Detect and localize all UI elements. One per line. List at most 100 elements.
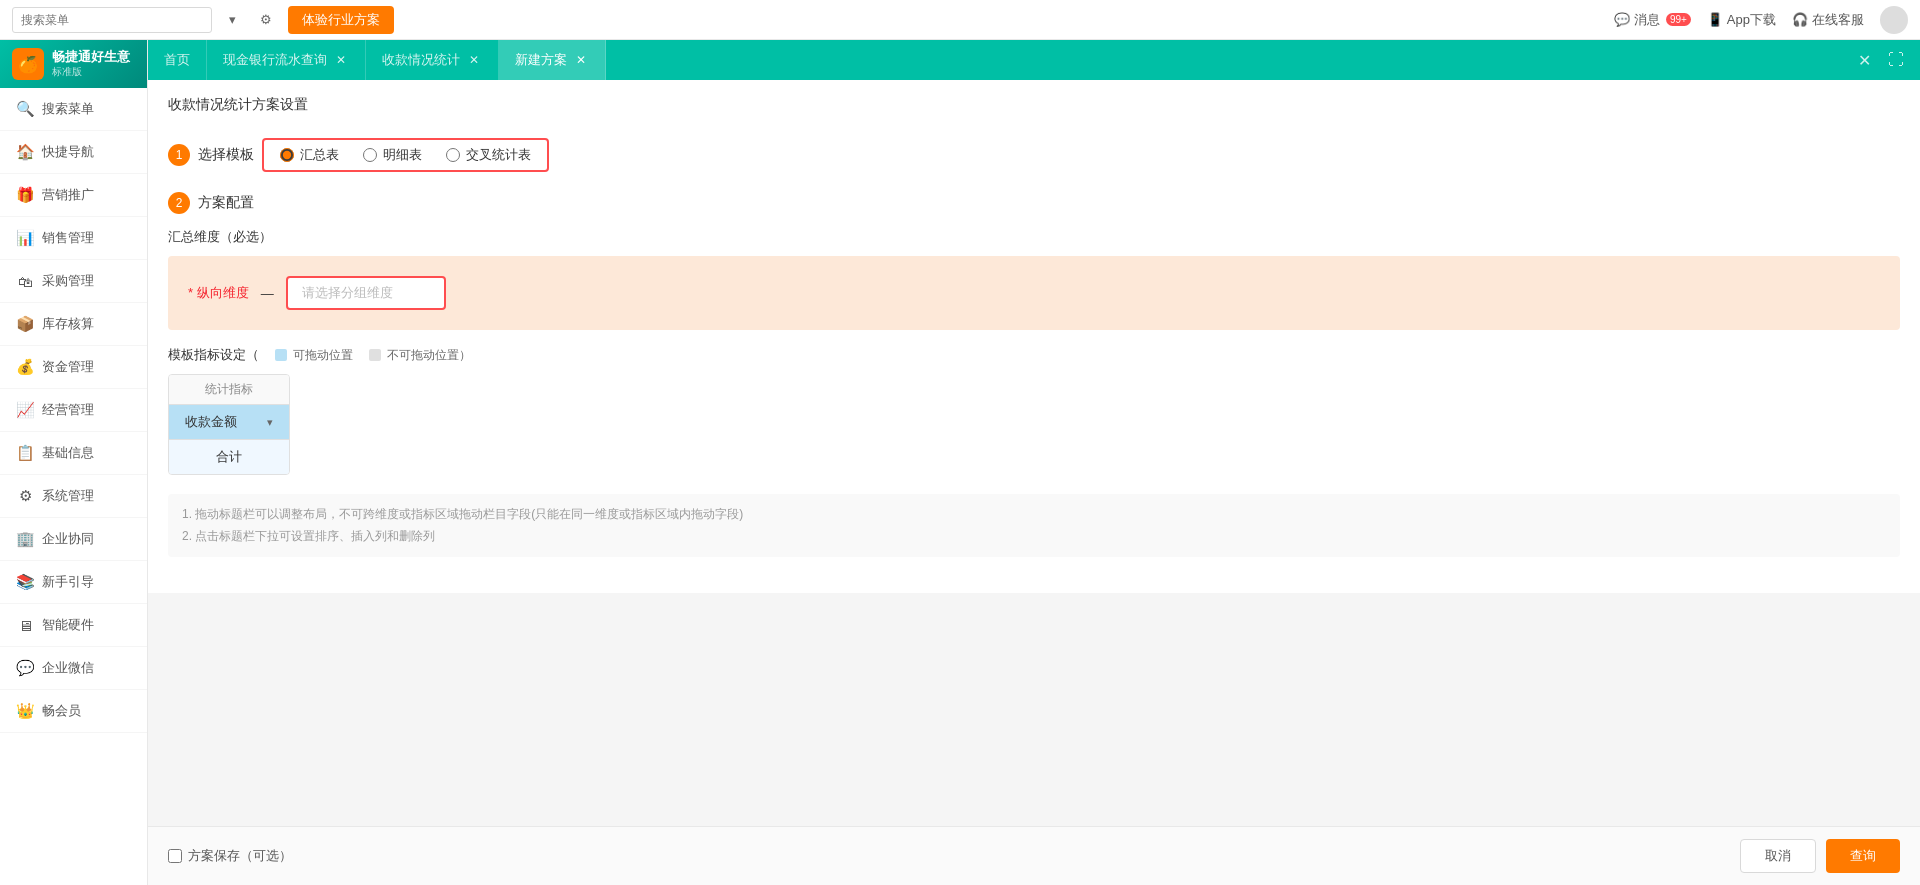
tab-close-all-icon[interactable]: ✕ — [1852, 48, 1876, 72]
trending-icon: 📈 — [16, 401, 34, 419]
dimension-row: * 纵向维度 — 请选择分组维度 — [188, 276, 1880, 310]
save-checkbox[interactable] — [168, 849, 182, 863]
sidebar-item-member[interactable]: 👑 畅会员 — [0, 690, 147, 733]
sidebar-item-finance[interactable]: 💰 资金管理 — [0, 346, 147, 389]
metrics-table-header: 统计指标 — [169, 375, 289, 405]
page-title: 收款情况统计方案设置 — [168, 96, 1900, 122]
sidebar-item-enterprise-coop[interactable]: 🏢 企业协同 — [0, 518, 147, 561]
tip2: 2. 点击标题栏下拉可设置排序、插入列和删除列 — [182, 526, 1886, 548]
template-option-cross[interactable]: 交叉统计表 — [446, 146, 531, 164]
logo-text: 畅捷通好生意 标准版 — [52, 49, 130, 79]
dimension-area: * 纵向维度 — 请选择分组维度 — [168, 256, 1900, 330]
tab-new-plan[interactable]: 新建方案 ✕ — [499, 40, 606, 80]
template-option-summary[interactable]: 汇总表 — [280, 146, 339, 164]
template-option-detail[interactable]: 明细表 — [363, 146, 422, 164]
service-item[interactable]: 🎧 在线客服 — [1792, 11, 1864, 29]
arrow-icon: — — [261, 286, 274, 301]
tab-bar-actions: ✕ ⛶ — [1840, 48, 1920, 72]
sidebar-item-operation[interactable]: 📈 经营管理 — [0, 389, 147, 432]
header-right: 💬 消息 99+ 📱 App下载 🎧 在线客服 — [1614, 6, 1908, 34]
sidebar-item-beginner[interactable]: 📚 新手引导 — [0, 561, 147, 604]
tab-cashflow-close[interactable]: ✕ — [333, 52, 349, 68]
hint-draggable: 可拖动位置 — [275, 347, 353, 364]
dimension-select[interactable]: 请选择分组维度 — [286, 276, 446, 310]
page-content: 收款情况统计方案设置 1 选择模板 汇总表 — [148, 80, 1920, 826]
sidebar-item-basic-info[interactable]: 📋 基础信息 — [0, 432, 147, 475]
message-badge: 99+ — [1666, 13, 1691, 26]
tip1: 1. 拖动标题栏可以调整布局，不可跨维度或指标区域拖动栏目字段(只能在同一维度或… — [182, 504, 1886, 526]
sidebar-item-label: 营销推广 — [42, 186, 94, 204]
sidebar-item-inventory[interactable]: 📦 库存核算 — [0, 303, 147, 346]
metrics-section: 模板指标设定（ 可拖动位置 不可拖动位置） — [168, 346, 1900, 478]
crown-icon: 👑 — [16, 702, 34, 720]
chart-icon: 📊 — [16, 229, 34, 247]
clipboard-icon: 📋 — [16, 444, 34, 462]
sidebar-item-quick-nav[interactable]: 🏠 快捷导航 — [0, 131, 147, 174]
radio-summary[interactable] — [280, 148, 294, 162]
download-icon: 📱 — [1707, 12, 1723, 27]
step1-label: 选择模板 — [198, 146, 254, 164]
tab-home[interactable]: 首页 — [148, 40, 207, 80]
sidebar-item-label: 新手引导 — [42, 573, 94, 591]
logo-title: 畅捷通好生意 — [52, 49, 130, 65]
logo-sub: 标准版 — [52, 65, 130, 79]
sidebar-item-smart-hw[interactable]: 🖥 智能硬件 — [0, 604, 147, 647]
sidebar-item-system[interactable]: ⚙ 系统管理 — [0, 475, 147, 518]
dimension-subtitle: 汇总维度（必选） — [168, 228, 1900, 246]
metrics-hint-label: 模板指标设定（ — [168, 346, 259, 364]
hint-draggable-label: 可拖动位置 — [293, 347, 353, 364]
metrics-cell-amount[interactable]: 收款金额 ▾ — [169, 405, 289, 440]
radio-detail[interactable] — [363, 148, 377, 162]
metrics-cell-total: 合计 — [169, 440, 289, 474]
tab-home-label: 首页 — [164, 51, 190, 69]
dropdown-icon[interactable]: ▾ — [220, 8, 244, 32]
download-item[interactable]: 📱 App下载 — [1707, 11, 1776, 29]
template-options: 汇总表 明细表 交叉统计表 — [262, 138, 549, 172]
cancel-button[interactable]: 取消 — [1740, 839, 1816, 873]
sidebar-item-label: 智能硬件 — [42, 616, 94, 634]
step1-section: 1 选择模板 汇总表 明细表 — [168, 138, 1900, 172]
tab-cashflow[interactable]: 现金银行流水查询 ✕ — [207, 40, 366, 80]
metrics-table: 统计指标 收款金额 ▾ 合计 — [168, 374, 290, 475]
search-input[interactable] — [12, 7, 212, 33]
sidebar-item-purchase[interactable]: 🛍 采购管理 — [0, 260, 147, 303]
metrics-cell-label: 收款金额 — [185, 413, 237, 431]
sidebar-item-label: 畅会员 — [42, 702, 81, 720]
money-icon: 💰 — [16, 358, 34, 376]
tab-new-plan-close[interactable]: ✕ — [573, 52, 589, 68]
step1-header: 1 选择模板 汇总表 明细表 — [168, 138, 1900, 172]
settings-icon[interactable]: ⚙ — [252, 6, 280, 34]
hint-not-draggable: 不可拖动位置） — [369, 347, 471, 364]
tab-bar: 首页 现金银行流水查询 ✕ 收款情况统计 ✕ 新建方案 ✕ ✕ ⛶ — [148, 40, 1920, 80]
trial-button[interactable]: 体验行业方案 — [288, 6, 394, 34]
message-icon: 💬 — [1614, 12, 1630, 27]
sidebar-item-search[interactable]: 🔍 搜索菜单 — [0, 88, 147, 131]
sidebar-item-label: 采购管理 — [42, 272, 94, 290]
tab-expand-icon[interactable]: ⛶ — [1884, 48, 1908, 72]
radio-cross[interactable] — [446, 148, 460, 162]
save-label: 方案保存（可选） — [188, 847, 292, 865]
query-button[interactable]: 查询 — [1826, 839, 1900, 873]
tab-collection-close[interactable]: ✕ — [466, 52, 482, 68]
message-label: 消息 — [1634, 11, 1660, 29]
cell-dropdown-icon[interactable]: ▾ — [267, 416, 273, 429]
tips-section: 1. 拖动标题栏可以调整布局，不可跨维度或指标区域拖动栏目字段(只能在同一维度或… — [168, 494, 1900, 557]
message-item[interactable]: 💬 消息 99+ — [1614, 11, 1691, 29]
page-footer: 方案保存（可选） 取消 查询 — [148, 826, 1920, 885]
metrics-hint-row: 模板指标设定（ 可拖动位置 不可拖动位置） — [168, 346, 1900, 364]
sidebar-item-marketing[interactable]: 🎁 营销推广 — [0, 174, 147, 217]
monitor-icon: 🖥 — [16, 616, 34, 634]
gift-icon: 🎁 — [16, 186, 34, 204]
user-avatar[interactable] — [1880, 6, 1908, 34]
box-icon: 📦 — [16, 315, 34, 333]
tab-collection[interactable]: 收款情况统计 ✕ — [366, 40, 499, 80]
sidebar-item-wechat[interactable]: 💬 企业微信 — [0, 647, 147, 690]
chat-icon: 💬 — [16, 659, 34, 677]
content-area: 首页 现金银行流水查询 ✕ 收款情况统计 ✕ 新建方案 ✕ ✕ ⛶ — [148, 40, 1920, 885]
not-draggable-dot — [369, 349, 381, 361]
sidebar-item-sales[interactable]: 📊 销售管理 — [0, 217, 147, 260]
main-layout: 🍊 畅捷通好生意 标准版 🔍 搜索菜单 🏠 快捷导航 🎁 营销推广 📊 销售管理… — [0, 40, 1920, 885]
save-option[interactable]: 方案保存（可选） — [168, 847, 292, 865]
step2-badge: 2 — [168, 192, 190, 214]
book-icon: 📚 — [16, 573, 34, 591]
